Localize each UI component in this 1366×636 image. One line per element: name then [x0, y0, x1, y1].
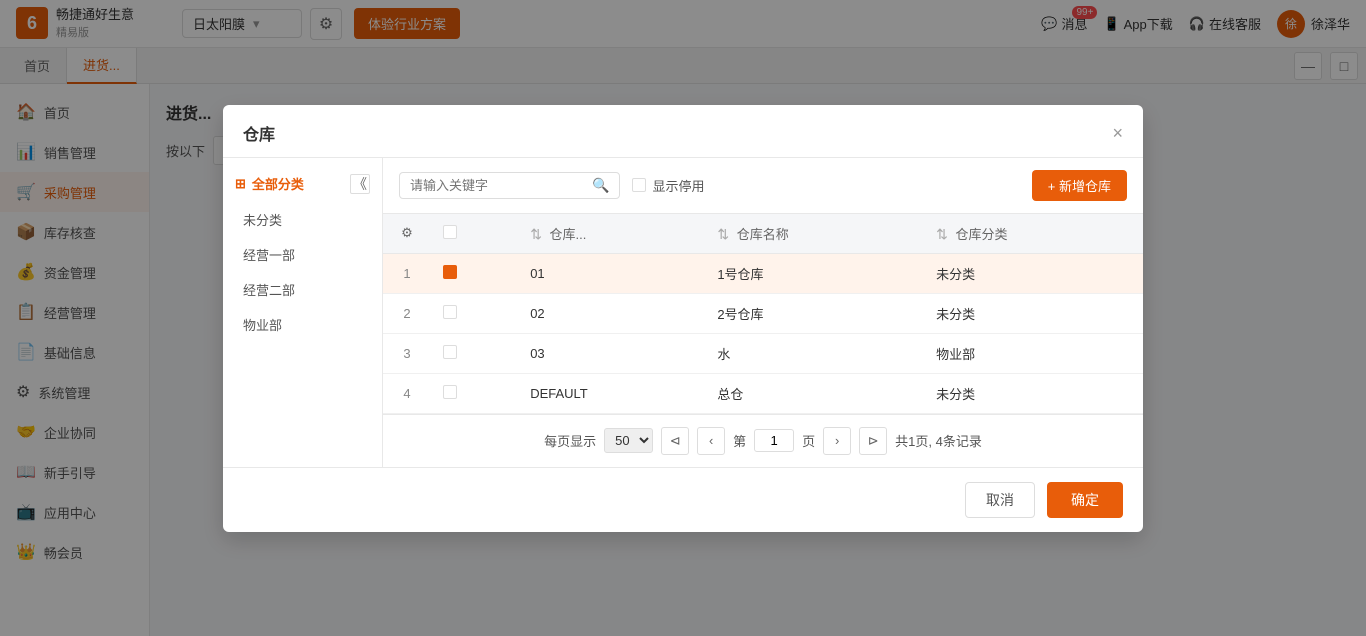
search-icon: 🔍	[592, 177, 609, 194]
table-panel: 🔍 显示停用 + 新增仓库 ⚙	[383, 158, 1143, 467]
first-page-button[interactable]: ⊲	[661, 427, 689, 455]
th-code: ⇅ 仓库...	[518, 214, 705, 254]
next-page-button[interactable]: ›	[823, 427, 851, 455]
table-row[interactable]: 4 DEFAULT 总仓 未分类	[383, 373, 1143, 413]
page-number-input[interactable]	[754, 429, 794, 452]
page-suffix: 页	[802, 431, 815, 450]
add-warehouse-button[interactable]: + 新增仓库	[1032, 170, 1127, 201]
warehouse-table: ⚙ ⇅ 仓库... ⇅ 仓库名称	[383, 214, 1143, 414]
row-num: 2	[383, 293, 431, 333]
row-category: 物业部	[924, 333, 1143, 373]
row-category: 未分类	[924, 373, 1143, 413]
cancel-button[interactable]: 取消	[965, 482, 1035, 518]
category-panel: ⊞ 全部分类 《 未分类 经营一部 经营二部 物业部	[223, 158, 383, 467]
row-checkbox[interactable]	[431, 333, 518, 373]
close-icon[interactable]: ×	[1112, 124, 1123, 142]
show-disabled-label: 显示停用	[652, 176, 704, 195]
modal-body: ⊞ 全部分类 《 未分类 经营一部 经营二部 物业部	[223, 158, 1143, 467]
row-code: DEFAULT	[518, 373, 705, 413]
th-checkbox	[431, 214, 518, 254]
last-page-button[interactable]: ⊳	[859, 427, 887, 455]
th-name: ⇅ 仓库名称	[705, 214, 924, 254]
total-info: 共1页, 4条记录	[895, 431, 982, 450]
collapse-button[interactable]: 《	[350, 174, 370, 194]
show-disabled-checkbox[interactable]	[632, 178, 646, 192]
table-toolbar: 🔍 显示停用 + 新增仓库	[383, 158, 1143, 214]
modal-footer: 取消 确定	[223, 467, 1143, 532]
row-code: 02	[518, 293, 705, 333]
modal-title: 仓库	[243, 121, 275, 145]
category-header: ⊞ 全部分类 《	[223, 166, 382, 202]
data-table: ⚙ ⇅ 仓库... ⇅ 仓库名称	[383, 214, 1143, 414]
row-num: 4	[383, 373, 431, 413]
modal-header: 仓库 ×	[223, 105, 1143, 158]
prev-page-button[interactable]: ‹	[697, 427, 725, 455]
search-input[interactable]	[410, 178, 586, 193]
category-item-dept2[interactable]: 经营二部	[223, 272, 382, 307]
show-disabled-option: 显示停用	[632, 176, 704, 195]
row-category: 未分类	[924, 293, 1143, 333]
th-settings: ⚙	[383, 214, 431, 254]
header-checkbox[interactable]	[443, 225, 457, 239]
row-checkbox[interactable]	[431, 373, 518, 413]
settings-icon: ⚙	[401, 225, 413, 240]
row-checkbox[interactable]	[431, 253, 518, 293]
warehouse-modal: 仓库 × ⊞ 全部分类 《 未分类 经营一部	[223, 105, 1143, 532]
table-row[interactable]: 3 03 水 物业部	[383, 333, 1143, 373]
per-page-label: 每页显示	[544, 431, 596, 450]
th-category: ⇅ 仓库分类	[924, 214, 1143, 254]
pagination: 每页显示 50 ⊲ ‹ 第 页 › ⊳ 共1页, 4条记录	[383, 414, 1143, 467]
page-label: 第	[733, 431, 746, 450]
category-item-property[interactable]: 物业部	[223, 307, 382, 342]
row-name: 水	[705, 333, 924, 373]
row-num: 3	[383, 333, 431, 373]
row-name: 1号仓库	[705, 253, 924, 293]
table-header-row: ⚙ ⇅ 仓库... ⇅ 仓库名称	[383, 214, 1143, 254]
sort-icon: ⇅	[530, 226, 542, 242]
category-item-dept1[interactable]: 经营一部	[223, 237, 382, 272]
all-categories-item[interactable]: ⊞ 全部分类	[235, 174, 304, 193]
sort-icon-2: ⇅	[717, 226, 729, 242]
row-code: 03	[518, 333, 705, 373]
row-num: 1	[383, 253, 431, 293]
table-row[interactable]: 1 01 1号仓库 未分类	[383, 253, 1143, 293]
sort-icon-3: ⇅	[936, 226, 948, 242]
row-name: 总仓	[705, 373, 924, 413]
grid-icon: ⊞	[235, 176, 246, 192]
all-categories-label: 全部分类	[252, 174, 304, 193]
search-box: 🔍	[399, 172, 620, 199]
table-row[interactable]: 2 02 2号仓库 未分类	[383, 293, 1143, 333]
row-category: 未分类	[924, 253, 1143, 293]
confirm-button[interactable]: 确定	[1047, 482, 1123, 518]
modal-overlay: 仓库 × ⊞ 全部分类 《 未分类 经营一部	[0, 0, 1366, 636]
row-name: 2号仓库	[705, 293, 924, 333]
category-item-unclassified[interactable]: 未分类	[223, 202, 382, 237]
row-code: 01	[518, 253, 705, 293]
per-page-select[interactable]: 50	[604, 428, 653, 453]
row-checkbox[interactable]	[431, 293, 518, 333]
